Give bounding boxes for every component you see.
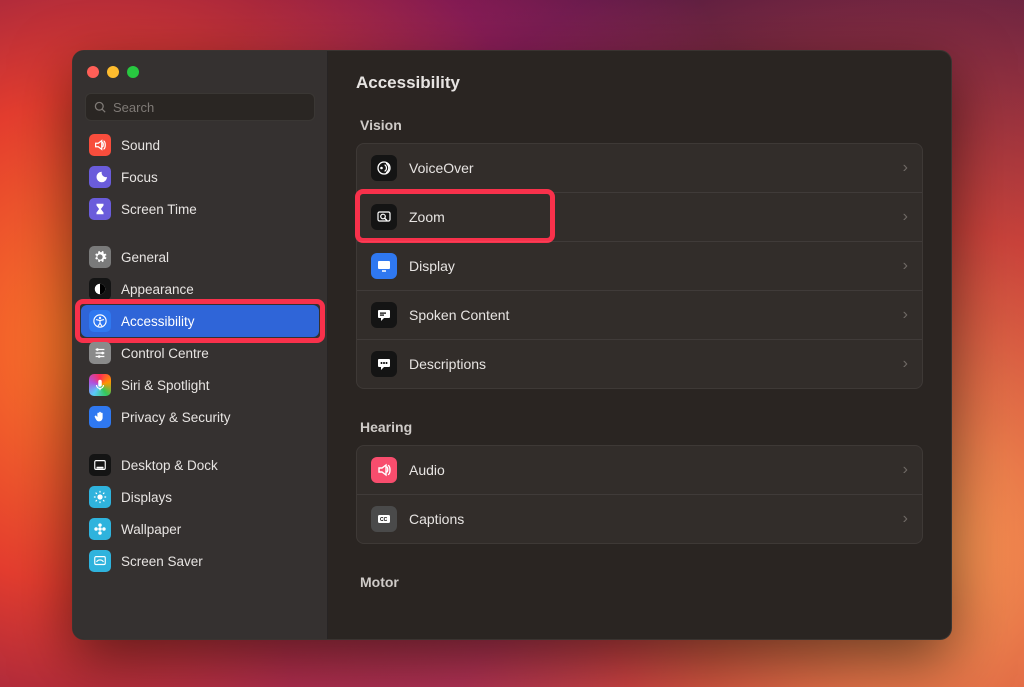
hand-icon	[89, 406, 111, 428]
sidebar-item-accessibility[interactable]: Accessibility	[81, 305, 319, 337]
sidebar-item-label: Desktop & Dock	[121, 458, 218, 473]
sidebar-item-label: Control Centre	[121, 346, 209, 361]
screensave-icon	[89, 550, 111, 572]
settings-row-descriptions[interactable]: Descriptions ›	[357, 339, 922, 388]
section-label: Hearing	[360, 419, 923, 435]
settings-row-spoken[interactable]: Spoken Content ›	[357, 290, 922, 339]
row-label: VoiceOver	[409, 160, 891, 176]
sun-icon	[89, 486, 111, 508]
settings-row-audio[interactable]: Audio ›	[357, 446, 922, 494]
sidebar-item-label: General	[121, 250, 169, 265]
search-icon	[94, 101, 107, 114]
sidebar-item-appearance[interactable]: Appearance	[81, 273, 319, 305]
chevron-right-icon: ›	[903, 306, 908, 324]
chevron-right-icon: ›	[903, 461, 908, 479]
sidebar-item-label: Wallpaper	[121, 522, 181, 537]
sidebar-item-label: Screen Time	[121, 202, 197, 217]
moon-icon	[89, 166, 111, 188]
contrast-icon	[89, 278, 111, 300]
sidebar-item-wallpaper[interactable]: Wallpaper	[81, 513, 319, 545]
row-label: Captions	[409, 511, 891, 527]
settings-window: Sound Focus Screen Time General Appearance Ac…	[72, 50, 952, 640]
maximize-button[interactable]	[127, 66, 139, 78]
gear-icon	[89, 246, 111, 268]
bubble-dots-icon	[371, 351, 397, 377]
speaker-icon	[89, 134, 111, 156]
speaker-icon	[371, 457, 397, 483]
sidebar-item-siri[interactable]: Siri & Spotlight	[81, 369, 319, 401]
row-label: Zoom	[409, 209, 891, 225]
sidebar-item-screensaver[interactable]: Screen Saver	[81, 545, 319, 577]
sidebar-item-general[interactable]: General	[81, 241, 319, 273]
mic-icon	[89, 374, 111, 396]
sidebar: Sound Focus Screen Time General Appearance Ac…	[73, 51, 328, 639]
sidebar-item-focus[interactable]: Focus	[81, 161, 319, 193]
display-icon	[371, 253, 397, 279]
dock-icon	[89, 454, 111, 476]
row-label: Display	[409, 258, 891, 274]
settings-row-zoom[interactable]: Zoom ›	[357, 192, 922, 241]
search-field[interactable]	[85, 93, 315, 121]
page-title: Accessibility	[356, 73, 923, 93]
minimize-button[interactable]	[107, 66, 119, 78]
flower-icon	[89, 518, 111, 540]
sidebar-item-label: Displays	[121, 490, 172, 505]
row-label: Descriptions	[409, 356, 891, 372]
sidebar-item-label: Appearance	[121, 282, 194, 297]
chevron-right-icon: ›	[903, 257, 908, 275]
bubble-icon	[371, 302, 397, 328]
close-button[interactable]	[87, 66, 99, 78]
sidebar-item-label: Sound	[121, 138, 160, 153]
settings-row-display[interactable]: Display ›	[357, 241, 922, 290]
sidebar-item-label: Privacy & Security	[121, 410, 231, 425]
sliders-icon	[89, 342, 111, 364]
sidebar-item-desktopdock[interactable]: Desktop & Dock	[81, 449, 319, 481]
section-label: Vision	[360, 117, 923, 133]
row-label: Spoken Content	[409, 307, 891, 323]
section-label: Motor	[360, 574, 923, 590]
accessibility-icon	[89, 310, 111, 332]
hourglass-icon	[89, 198, 111, 220]
sidebar-item-controlcentre[interactable]: Control Centre	[81, 337, 319, 369]
settings-panel: VoiceOver›Zoom›Display›Spoken Content›De…	[356, 143, 923, 389]
sidebar-item-label: Screen Saver	[121, 554, 203, 569]
voiceover-icon	[371, 155, 397, 181]
chevron-right-icon: ›	[903, 159, 908, 177]
settings-row-voiceover[interactable]: VoiceOver ›	[357, 144, 922, 192]
desktop-background: Sound Focus Screen Time General Appearance Ac…	[0, 0, 1024, 687]
sidebar-item-displays[interactable]: Displays	[81, 481, 319, 513]
sidebar-item-privacy[interactable]: Privacy & Security	[81, 401, 319, 433]
content-pane: Accessibility VisionVoiceOver›Zoom›Displ…	[328, 51, 951, 639]
search-input[interactable]	[113, 100, 306, 115]
sidebar-nav: Sound Focus Screen Time General Appearance Ac…	[73, 129, 327, 639]
sidebar-item-sound[interactable]: Sound	[81, 129, 319, 161]
sidebar-item-label: Focus	[121, 170, 158, 185]
settings-panel: Audio › Captions ›	[356, 445, 923, 544]
chevron-right-icon: ›	[903, 355, 908, 373]
row-label: Audio	[409, 462, 891, 478]
sidebar-item-label: Accessibility	[121, 314, 195, 329]
sidebar-item-screentime[interactable]: Screen Time	[81, 193, 319, 225]
settings-row-captions[interactable]: Captions ›	[357, 494, 922, 543]
zoom-icon	[371, 204, 397, 230]
chevron-right-icon: ›	[903, 208, 908, 226]
captions-icon	[371, 506, 397, 532]
window-titlebar	[73, 51, 327, 93]
chevron-right-icon: ›	[903, 510, 908, 528]
sidebar-item-label: Siri & Spotlight	[121, 378, 210, 393]
